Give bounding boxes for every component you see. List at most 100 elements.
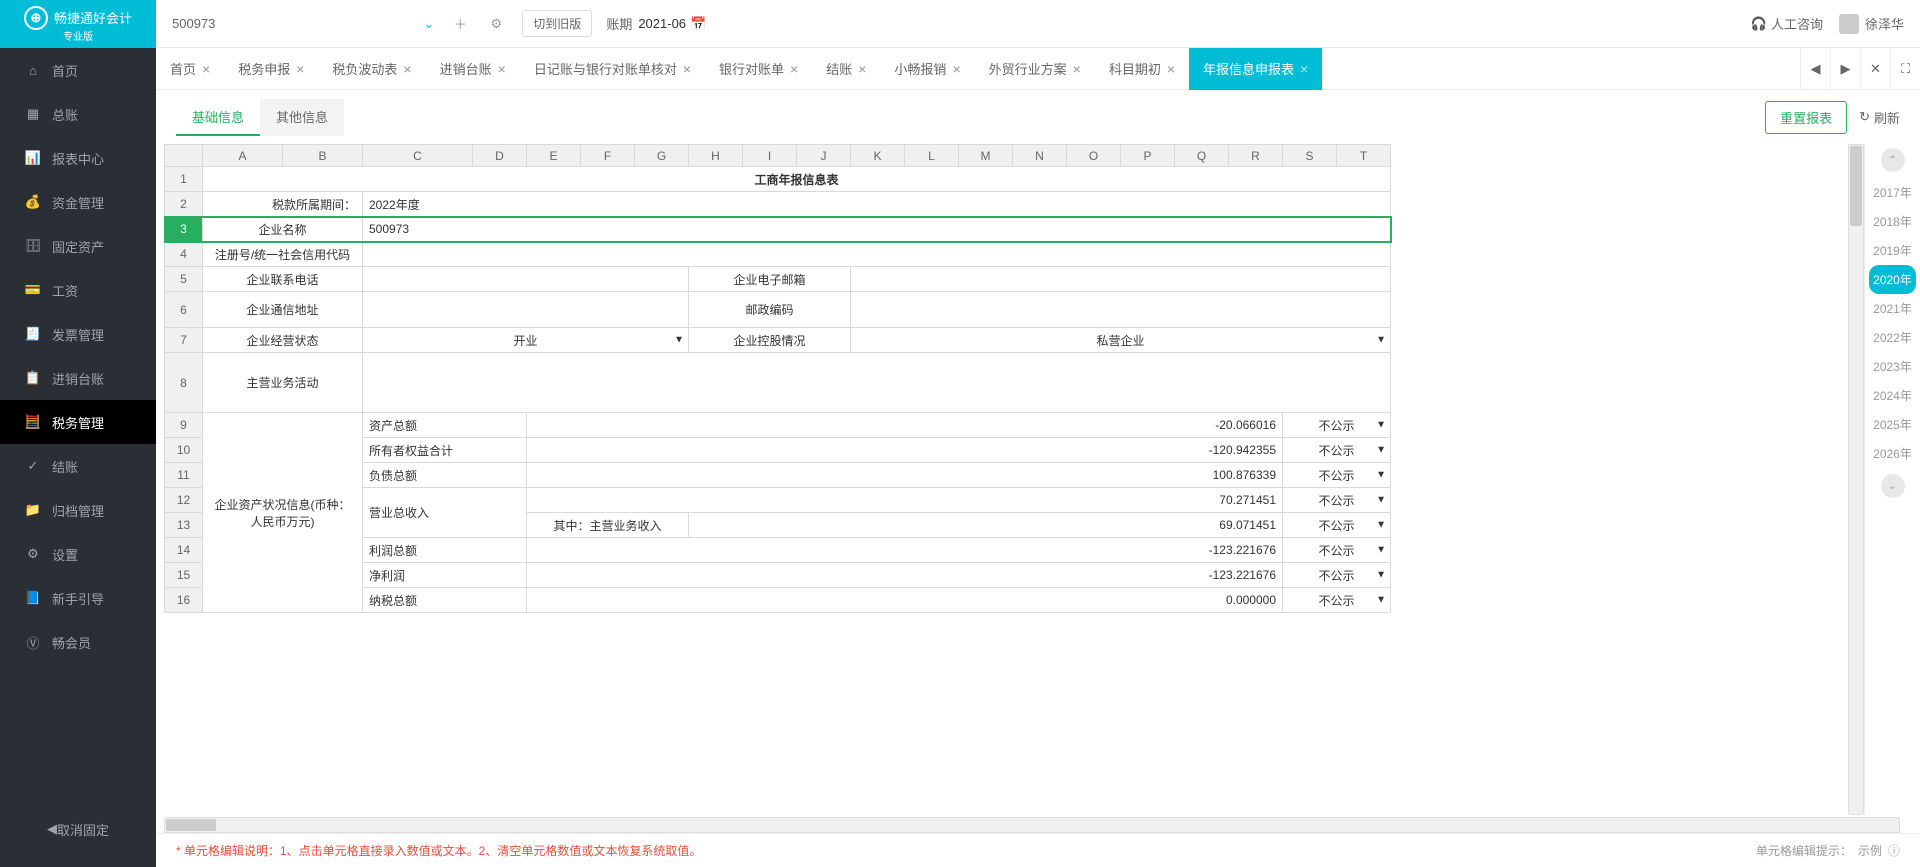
- company-name-input[interactable]: 500973: [363, 217, 1391, 242]
- period-value[interactable]: 2021-06: [638, 16, 686, 31]
- publish-select-9[interactable]: 不公示▼: [1283, 413, 1391, 438]
- col-header-C[interactable]: C: [363, 145, 473, 167]
- year-item-2020年[interactable]: 2020年: [1869, 265, 1916, 294]
- tab-2[interactable]: 税负波动表×: [318, 48, 425, 90]
- help-icon[interactable]: ⓘ: [1888, 842, 1900, 859]
- nav-item-gear[interactable]: ⚙设置: [0, 532, 156, 576]
- subtab-0[interactable]: 基础信息: [176, 99, 260, 136]
- col-header-Q[interactable]: Q: [1175, 145, 1229, 167]
- address-input[interactable]: [363, 292, 689, 328]
- nav-item-archive[interactable]: 📁归档管理: [0, 488, 156, 532]
- row-3[interactable]: 3企业名称500973: [165, 217, 1391, 242]
- support-link[interactable]: 🎧 人工咨询: [1751, 14, 1823, 33]
- tab-close-icon[interactable]: ×: [790, 61, 798, 77]
- subtab-1[interactable]: 其他信息: [260, 99, 344, 136]
- nav-item-salary[interactable]: 💳工资: [0, 268, 156, 312]
- row-2[interactable]: 2税款所属期间：2022年度: [165, 192, 1391, 217]
- col-header-M[interactable]: M: [959, 145, 1013, 167]
- col-header-L[interactable]: L: [905, 145, 959, 167]
- tab-close-all[interactable]: ✕: [1860, 48, 1890, 90]
- refresh-button[interactable]: ↻ 刷新: [1859, 108, 1900, 127]
- col-header-I[interactable]: I: [743, 145, 797, 167]
- nav-item-invoice[interactable]: 🧾发票管理: [0, 312, 156, 356]
- publish-select-13[interactable]: 不公示▼: [1283, 513, 1391, 538]
- publish-select-16[interactable]: 不公示▼: [1283, 588, 1391, 613]
- col-header-H[interactable]: H: [689, 145, 743, 167]
- tab-close-icon[interactable]: ×: [683, 61, 691, 77]
- tab-close-icon[interactable]: ×: [1167, 61, 1175, 77]
- publish-select-10[interactable]: 不公示▼: [1283, 438, 1391, 463]
- tab-7[interactable]: 小畅报销×: [880, 48, 974, 90]
- nav-item-asset[interactable]: 🗄固定资产: [0, 224, 156, 268]
- col-header-P[interactable]: P: [1121, 145, 1175, 167]
- tab-close-icon[interactable]: ×: [202, 61, 210, 77]
- year-item-2023年[interactable]: 2023年: [1869, 352, 1916, 381]
- switch-version-button[interactable]: 切到旧版: [522, 10, 592, 37]
- user-menu[interactable]: 徐泽华: [1839, 14, 1904, 34]
- period-value-cell[interactable]: 2022年度: [363, 192, 1391, 217]
- tab-10[interactable]: 年报信息申报表×: [1189, 48, 1322, 90]
- year-scroll-down[interactable]: ⌄: [1881, 474, 1905, 498]
- net-profit-value[interactable]: -123.221676: [527, 563, 1283, 588]
- year-item-2018年[interactable]: 2018年: [1869, 207, 1916, 236]
- col-header-N[interactable]: N: [1013, 145, 1067, 167]
- owners-equity-value[interactable]: -120.942355: [527, 438, 1283, 463]
- scroll-thumb[interactable]: [166, 819, 216, 831]
- holding-select[interactable]: 私营企业▼: [851, 328, 1391, 353]
- year-item-2019年[interactable]: 2019年: [1869, 236, 1916, 265]
- tab-3[interactable]: 进销台账×: [426, 48, 520, 90]
- col-header-E[interactable]: E: [527, 145, 581, 167]
- tab-close-icon[interactable]: ×: [952, 61, 960, 77]
- vertical-scrollbar[interactable]: [1848, 144, 1864, 815]
- postal-input[interactable]: [851, 292, 1391, 328]
- nav-item-tax[interactable]: 🧮税务管理: [0, 400, 156, 444]
- tab-close-icon[interactable]: ×: [498, 61, 506, 77]
- liab-total-value[interactable]: 100.876339: [527, 463, 1283, 488]
- nav-item-ledger[interactable]: ▦总账: [0, 92, 156, 136]
- tab-scroll-right[interactable]: ▶: [1830, 48, 1860, 90]
- row-5[interactable]: 5企业联系电话企业电子邮箱: [165, 267, 1391, 292]
- nav-item-close-acc[interactable]: ✓结账: [0, 444, 156, 488]
- add-button[interactable]: ＋: [446, 10, 474, 38]
- profit-total-value[interactable]: -123.221676: [527, 538, 1283, 563]
- year-item-2025年[interactable]: 2025年: [1869, 410, 1916, 439]
- tab-0[interactable]: 首页×: [156, 48, 224, 90]
- tab-close-icon[interactable]: ×: [403, 61, 411, 77]
- example-link[interactable]: 示例: [1858, 842, 1882, 859]
- reset-report-button[interactable]: 重置报表: [1765, 101, 1847, 134]
- tab-8[interactable]: 外贸行业方案×: [975, 48, 1095, 90]
- col-header-O[interactable]: O: [1067, 145, 1121, 167]
- spreadsheet[interactable]: ABCDEFGHIJKLMNOPQRST 1工商年报信息表 2税款所属期间：20…: [164, 144, 1848, 815]
- select-all-corner[interactable]: [165, 145, 203, 167]
- col-header-R[interactable]: R: [1229, 145, 1283, 167]
- tab-1[interactable]: 税务申报×: [224, 48, 318, 90]
- status-select[interactable]: 开业▼: [363, 328, 689, 353]
- col-header-J[interactable]: J: [797, 145, 851, 167]
- nav-item-chart[interactable]: 📊报表中心: [0, 136, 156, 180]
- publish-select-11[interactable]: 不公示▼: [1283, 463, 1391, 488]
- tab-scroll-left[interactable]: ◀: [1800, 48, 1830, 90]
- col-header-A[interactable]: A: [203, 145, 283, 167]
- assets-total-value[interactable]: -20.066016: [527, 413, 1283, 438]
- nav-item-guide[interactable]: 📘新手引导: [0, 576, 156, 620]
- scroll-thumb[interactable]: [1850, 146, 1862, 226]
- tab-6[interactable]: 结账×: [812, 48, 880, 90]
- year-item-2021年[interactable]: 2021年: [1869, 294, 1916, 323]
- year-item-2017年[interactable]: 2017年: [1869, 178, 1916, 207]
- nav-item-money[interactable]: 💰资金管理: [0, 180, 156, 224]
- nav-item-home[interactable]: ⌂首页: [0, 48, 156, 92]
- publish-select-14[interactable]: 不公示▼: [1283, 538, 1391, 563]
- mainbiz-input[interactable]: [363, 353, 1391, 413]
- year-item-2024年[interactable]: 2024年: [1869, 381, 1916, 410]
- calendar-icon[interactable]: 📅: [690, 16, 706, 32]
- col-header-D[interactable]: D: [473, 145, 527, 167]
- row-8[interactable]: 8主营业务活动: [165, 353, 1391, 413]
- year-item-2026年[interactable]: 2026年: [1869, 439, 1916, 468]
- tab-close-icon[interactable]: ×: [296, 61, 304, 77]
- tab-expand[interactable]: ⛶: [1890, 48, 1920, 90]
- col-header-S[interactable]: S: [1283, 145, 1337, 167]
- settings-button[interactable]: ⚙: [482, 10, 510, 38]
- tab-5[interactable]: 银行对账单×: [705, 48, 812, 90]
- regcode-input[interactable]: [363, 242, 1391, 267]
- rev-total-value[interactable]: 70.271451: [527, 488, 1283, 513]
